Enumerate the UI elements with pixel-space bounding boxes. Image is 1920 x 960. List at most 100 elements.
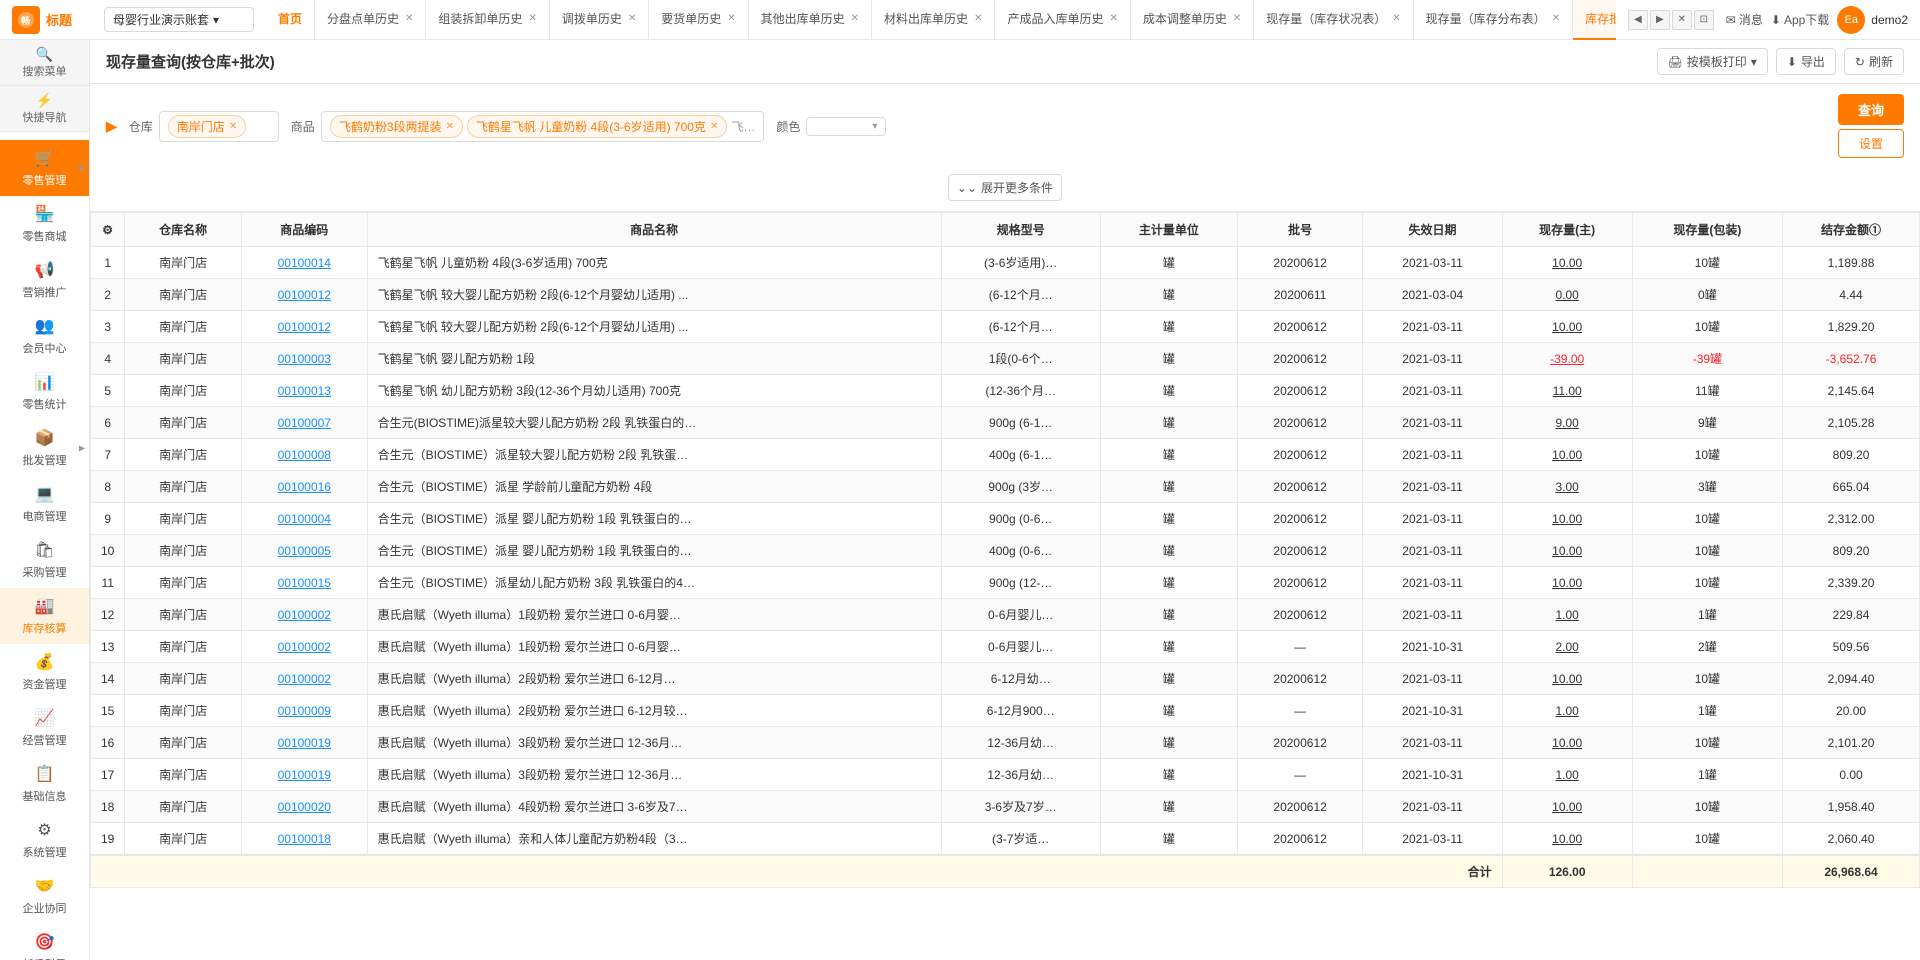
- sidebar-item-ecommerce[interactable]: 💻 电商管理: [0, 476, 89, 532]
- tab-expand[interactable]: ⊡: [1694, 10, 1714, 30]
- cell-qty-main[interactable]: 11.00: [1502, 375, 1632, 407]
- expand-conditions-button[interactable]: ⌄⌄ 展开更多条件: [948, 174, 1062, 201]
- cell-qty-main[interactable]: 0.00: [1502, 279, 1632, 311]
- tab-close-icon[interactable]: ✕: [1109, 13, 1117, 24]
- app-download-button[interactable]: ⬇ App下载: [1771, 11, 1829, 28]
- cell-code[interactable]: 00100005: [241, 535, 367, 567]
- tab-4[interactable]: 要货单历史✕: [649, 0, 748, 40]
- cell-code[interactable]: 00100002: [241, 663, 367, 695]
- tab-next-arrow[interactable]: ▶: [1650, 10, 1670, 30]
- tab-2[interactable]: 组装拆卸单历史✕: [426, 0, 549, 40]
- tab-11[interactable]: 库存批次账✕: [1573, 0, 1616, 40]
- sidebar-item-operations[interactable]: 📈 经营管理: [0, 700, 89, 756]
- sidebar-item-retail-management[interactable]: 🛒 零售管理 ▶: [0, 140, 89, 196]
- sidebar-item-basics[interactable]: 📋 基础信息: [0, 756, 89, 812]
- warehouse-tag-close[interactable]: ✕: [229, 121, 237, 132]
- cell-qty-main[interactable]: 10.00: [1502, 567, 1632, 599]
- tab-close-icon[interactable]: ✕: [628, 13, 636, 24]
- goods-more[interactable]: 飞…: [731, 118, 755, 135]
- sidebar-item-enterprise[interactable]: 🤝 企业协同: [0, 868, 89, 924]
- cell-code[interactable]: 00100008: [241, 439, 367, 471]
- cell-code[interactable]: 00100004: [241, 503, 367, 535]
- filter-expand-arrow[interactable]: ▶: [106, 118, 117, 135]
- cell-code[interactable]: 00100003: [241, 343, 367, 375]
- th-settings[interactable]: ⚙: [91, 213, 125, 247]
- cell-code[interactable]: 00100020: [241, 791, 367, 823]
- tab-close-icon[interactable]: ✕: [1233, 13, 1241, 24]
- tab-7[interactable]: 产成品入库单历史✕: [995, 0, 1130, 40]
- tab-8[interactable]: 成本调整单历史✕: [1131, 0, 1254, 40]
- cell-qty-main[interactable]: 10.00: [1502, 663, 1632, 695]
- cell-code[interactable]: 00100013: [241, 375, 367, 407]
- tab-close-icon[interactable]: ✕: [974, 13, 982, 24]
- tab-prev-arrow[interactable]: ◀: [1628, 10, 1648, 30]
- cell-code[interactable]: 00100014: [241, 247, 367, 279]
- sidebar-item-retail-stats[interactable]: 📊 零售统计: [0, 364, 89, 420]
- tab-5[interactable]: 其他出库单历史✕: [749, 0, 872, 40]
- cell-code[interactable]: 00100012: [241, 279, 367, 311]
- cell-qty-main[interactable]: 3.00: [1502, 471, 1632, 503]
- tab-close-icon[interactable]: ✕: [727, 13, 735, 24]
- cell-qty-main[interactable]: 10.00: [1502, 311, 1632, 343]
- cell-qty-main[interactable]: 10.00: [1502, 439, 1632, 471]
- goods-filter-input[interactable]: 飞鹤奶粉3段两提装 ✕ 飞鹤星飞帆 儿童奶粉 4段(3-6岁适用) 700克 ✕…: [321, 111, 765, 142]
- sidebar-item-finance[interactable]: 💰 资金管理: [0, 644, 89, 700]
- settings-button[interactable]: 设置: [1838, 129, 1904, 158]
- tab-close-icon[interactable]: ✕: [1552, 13, 1560, 24]
- tab-10[interactable]: 现存量（库存分布表）✕: [1414, 0, 1573, 40]
- tab-9[interactable]: 现存量（库存状况表）✕: [1254, 0, 1413, 40]
- cell-qty-main[interactable]: 10.00: [1502, 823, 1632, 856]
- sidebar-item-purchase[interactable]: 🛍 采购管理: [0, 532, 89, 588]
- sidebar-item-system[interactable]: ⚙ 系统管理: [0, 812, 89, 868]
- cell-qty-main[interactable]: 9.00: [1502, 407, 1632, 439]
- sidebar-item-marketing[interactable]: 📢 营销推广: [0, 252, 89, 308]
- tab-6[interactable]: 材料出库单历史✕: [872, 0, 995, 40]
- print-button[interactable]: 🖨 按模板打印 ▾: [1657, 48, 1768, 75]
- user-menu[interactable]: Ea demo2: [1837, 6, 1908, 34]
- cell-qty-main[interactable]: 1.00: [1502, 759, 1632, 791]
- cell-code[interactable]: 00100012: [241, 311, 367, 343]
- cell-code[interactable]: 00100016: [241, 471, 367, 503]
- cell-qty-main[interactable]: 10.00: [1502, 503, 1632, 535]
- workspace-selector[interactable]: 母婴行业演示账套 ▾: [104, 7, 254, 32]
- tab-close-all[interactable]: ✕: [1672, 10, 1692, 30]
- message-button[interactable]: ✉ 消息: [1726, 11, 1763, 28]
- sidebar-item-member-center[interactable]: 👥 会员中心: [0, 308, 89, 364]
- sidebar-quicknav[interactable]: ⚡ 快捷导航: [0, 86, 89, 132]
- cell-qty-main[interactable]: 1.00: [1502, 695, 1632, 727]
- cell-code[interactable]: 00100019: [241, 727, 367, 759]
- goods-tag-close-1[interactable]: ✕: [446, 121, 454, 132]
- cell-code[interactable]: 00100019: [241, 759, 367, 791]
- cell-code[interactable]: 00100018: [241, 823, 367, 856]
- cell-qty-main[interactable]: -39.00: [1502, 343, 1632, 375]
- cell-code[interactable]: 00100007: [241, 407, 367, 439]
- sidebar-item-inventory[interactable]: 🏭 库存核算: [0, 588, 89, 644]
- tab-3[interactable]: 调拨单历史✕: [550, 0, 649, 40]
- cell-qty-main[interactable]: 10.00: [1502, 727, 1632, 759]
- tab-close-icon[interactable]: ✕: [528, 13, 536, 24]
- sidebar-item-guide[interactable]: 🎯 新手引导: [0, 924, 89, 960]
- tab-1[interactable]: 分盘点单历史✕: [315, 0, 426, 40]
- sidebar-search[interactable]: 🔍 搜索菜单: [0, 40, 89, 86]
- cell-code[interactable]: 00100009: [241, 695, 367, 727]
- cell-qty-main[interactable]: 10.00: [1502, 791, 1632, 823]
- goods-tag-close-2[interactable]: ✕: [710, 121, 718, 132]
- cell-code[interactable]: 00100002: [241, 599, 367, 631]
- query-button[interactable]: 查询: [1838, 94, 1904, 125]
- tab-close-icon[interactable]: ✕: [1392, 13, 1400, 24]
- tab-home[interactable]: 首页: [266, 0, 315, 40]
- sidebar-item-wholesale[interactable]: 📦 批发管理 ▶: [0, 420, 89, 476]
- cell-qty-main[interactable]: 1.00: [1502, 599, 1632, 631]
- tab-close-icon[interactable]: ✕: [405, 13, 413, 24]
- cell-qty-main[interactable]: 2.00: [1502, 631, 1632, 663]
- cell-code[interactable]: 00100002: [241, 631, 367, 663]
- sidebar-item-retail-mall[interactable]: 🏪 零售商城: [0, 196, 89, 252]
- tab-close-icon[interactable]: ✕: [851, 13, 859, 24]
- refresh-button[interactable]: ↻ 刷新: [1844, 48, 1904, 75]
- export-button[interactable]: ⬇ 导出: [1776, 48, 1836, 75]
- cell-qty-main[interactable]: 10.00: [1502, 247, 1632, 279]
- cell-code[interactable]: 00100015: [241, 567, 367, 599]
- cell-qty-main[interactable]: 10.00: [1502, 535, 1632, 567]
- color-filter-select[interactable]: ▾: [806, 117, 886, 136]
- warehouse-filter-input[interactable]: 南岸门店 ✕: [159, 111, 279, 142]
